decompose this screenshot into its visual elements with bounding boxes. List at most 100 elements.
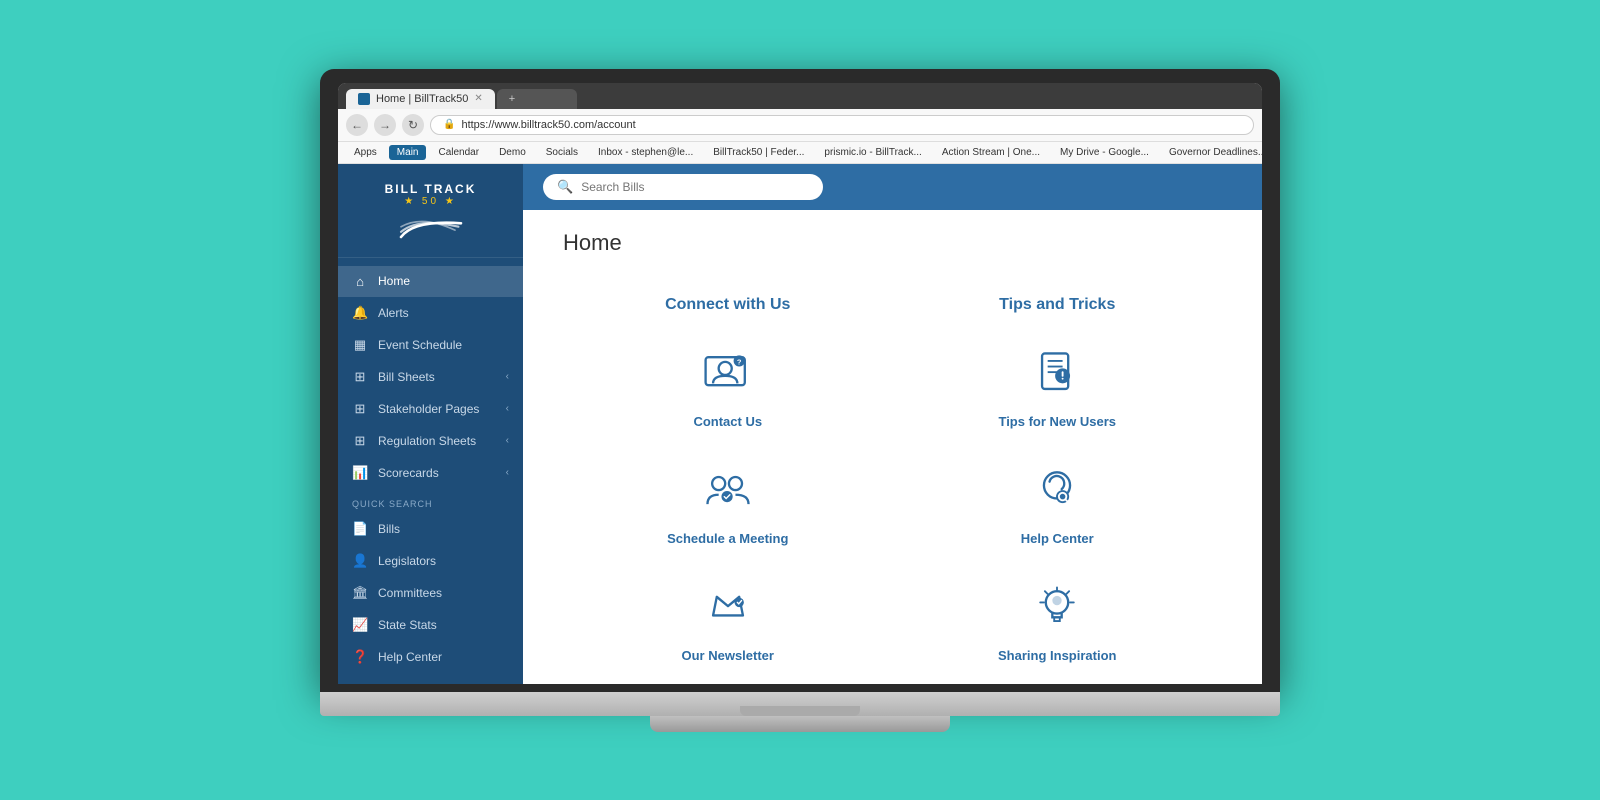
bookmark-demo[interactable]: Demo [491, 145, 534, 160]
url-text: https://www.billtrack50.com/account [461, 119, 635, 131]
sidebar-nav: ⌂ Home 🔔 Alerts ▦ Event Schedule ⊞ [338, 258, 523, 684]
card-schedule-meeting[interactable]: Schedule a Meeting [583, 461, 873, 546]
sidebar-legislators-label: Legislators [378, 554, 436, 568]
bookmark-socials[interactable]: Socials [538, 145, 586, 160]
browser-chrome: Home | BillTrack50 ✕ + [338, 83, 1262, 109]
bookmark-billtrack[interactable]: BillTrack50 | Feder... [705, 145, 812, 160]
sidebar-item-committees[interactable]: 🏛 Committees [338, 577, 523, 609]
alerts-icon: 🔔 [352, 305, 368, 321]
main-content: 🔍 Home Connect with Us [523, 164, 1262, 684]
contact-us-label: Contact Us [693, 414, 762, 429]
sidebar-committees-label: Committees [378, 586, 442, 600]
connect-title: Connect with Us [583, 296, 873, 314]
browser-toolbar: ← → ↻ 🔒 https://www.billtrack50.com/acco… [338, 109, 1262, 142]
newsletter-icon [698, 578, 758, 638]
calendar-icon: ▦ [352, 337, 368, 353]
help-center-icon [1027, 461, 1087, 521]
sidebar-item-home[interactable]: ⌂ Home [338, 266, 523, 297]
scorecards-chevron: ‹ [506, 467, 509, 478]
card-help-center[interactable]: Help Center [913, 461, 1203, 546]
new-tab-plus: + [509, 93, 515, 105]
search-icon: 🔍 [557, 179, 573, 195]
legislators-icon: 👤 [352, 553, 368, 569]
sharing-inspiration-icon [1027, 578, 1087, 638]
contact-us-icon: ? [698, 344, 758, 404]
help-center-label: Help Center [1021, 531, 1094, 546]
card-contact-us[interactable]: ? Contact Us [583, 344, 873, 429]
newsletter-label: Our Newsletter [682, 648, 774, 663]
svg-text:?: ? [737, 357, 742, 366]
bookmark-main[interactable]: Main [389, 145, 427, 160]
stakeholder-chevron: ‹ [506, 403, 509, 414]
card-tips-new-users[interactable]: Tips for New Users [913, 344, 1203, 429]
tab-label: Home | BillTrack50 [376, 93, 468, 105]
sidebar-item-help-center[interactable]: ❓ Help Center [338, 641, 523, 673]
sidebar-item-event-schedule[interactable]: ▦ Event Schedule [338, 329, 523, 361]
bill-sheets-icon: ⊞ [352, 369, 368, 385]
quick-search-label: QUICK SEARCH [338, 489, 523, 513]
tips-column: Tips and Tricks [893, 286, 1223, 684]
bookmark-prismic[interactable]: prismic.io - BillTrack... [816, 145, 929, 160]
logo-stars: ★ 50 ★ [350, 196, 511, 207]
new-tab-button[interactable]: + [497, 89, 577, 109]
bookmark-action[interactable]: Action Stream | One... [934, 145, 1048, 160]
bookmarks-bar: Apps Main Calendar Demo Socials Inbox - … [338, 142, 1262, 164]
sidebar-statestats-label: State Stats [378, 618, 437, 632]
sidebar-alerts-label: Alerts [378, 306, 409, 320]
sidebar-item-legislators[interactable]: 👤 Legislators [338, 545, 523, 577]
laptop-notch [740, 706, 860, 716]
schedule-meeting-icon [698, 461, 758, 521]
active-tab[interactable]: Home | BillTrack50 ✕ [346, 89, 495, 109]
tab-close-button[interactable]: ✕ [474, 93, 482, 104]
laptop-base [320, 692, 1280, 716]
stakeholder-icon: ⊞ [352, 401, 368, 417]
sidebar-item-stakeholder-pages[interactable]: ⊞ Stakeholder Pages ‹ [338, 393, 523, 425]
card-newsletter[interactable]: Our Newsletter [583, 578, 873, 663]
sidebar: BILL TRACK ★ 50 ★ ⌂ [338, 164, 523, 684]
bookmark-apps[interactable]: Apps [346, 145, 385, 160]
sidebar-item-alerts[interactable]: 🔔 Alerts [338, 297, 523, 329]
home-icon: ⌂ [352, 274, 368, 289]
back-button[interactable]: ← [346, 114, 368, 136]
logo-swoosh [396, 213, 466, 243]
sidebar-billsheets-label: Bill Sheets [378, 370, 435, 384]
forward-button[interactable]: → [374, 114, 396, 136]
sidebar-regulation-label: Regulation Sheets [378, 434, 476, 448]
page-content: Home Connect with Us [523, 210, 1262, 684]
sidebar-logo: BILL TRACK ★ 50 ★ [338, 164, 523, 258]
bookmark-governor[interactable]: Governor Deadlines... [1161, 145, 1262, 160]
schedule-meeting-label: Schedule a Meeting [667, 531, 788, 546]
browser-tabs: Home | BillTrack50 ✕ + [346, 89, 1254, 109]
laptop-wrapper: Home | BillTrack50 ✕ + ← → ↻ 🔒 https://w… [320, 69, 1280, 732]
committees-icon: 🏛 [352, 585, 368, 601]
refresh-button[interactable]: ↻ [402, 114, 424, 136]
sidebar-home-label: Home [378, 274, 410, 288]
sidebar-scorecards-label: Scorecards [378, 466, 439, 480]
sidebar-item-regulation-sheets[interactable]: ⊞ Regulation Sheets ‹ [338, 425, 523, 457]
connect-column: Connect with Us ? [563, 286, 893, 684]
tips-title: Tips and Tricks [913, 296, 1203, 314]
search-input[interactable] [581, 180, 809, 194]
browser-window: Home | BillTrack50 ✕ + ← → ↻ 🔒 https://w… [338, 83, 1262, 684]
page-title: Home [563, 230, 1222, 256]
tips-new-users-icon [1027, 344, 1087, 404]
tips-new-users-label: Tips for New Users [998, 414, 1116, 429]
help-icon: ❓ [352, 649, 368, 665]
laptop-bezel: Home | BillTrack50 ✕ + ← → ↻ 🔒 https://w… [320, 69, 1280, 692]
sidebar-item-scorecards[interactable]: 📊 Scorecards ‹ [338, 457, 523, 489]
url-bar[interactable]: 🔒 https://www.billtrack50.com/account [430, 115, 1254, 135]
bookmark-calendar[interactable]: Calendar [430, 145, 487, 160]
sidebar-item-bill-sheets[interactable]: ⊞ Bill Sheets ‹ [338, 361, 523, 393]
sidebar-bills-label: Bills [378, 522, 400, 536]
sharing-inspiration-label: Sharing Inspiration [998, 648, 1116, 663]
laptop-stand [650, 716, 950, 732]
sidebar-item-state-stats[interactable]: 📈 State Stats [338, 609, 523, 641]
sidebar-help-label: Help Center [378, 650, 442, 664]
bookmark-drive[interactable]: My Drive - Google... [1052, 145, 1157, 160]
sidebar-item-bills[interactable]: 📄 Bills [338, 513, 523, 545]
bookmark-inbox[interactable]: Inbox - stephen@le... [590, 145, 701, 160]
scorecards-icon: 📊 [352, 465, 368, 481]
logo-line1: BILL TRACK [350, 182, 511, 196]
tab-favicon [358, 93, 370, 105]
card-sharing-inspiration[interactable]: Sharing Inspiration [913, 578, 1203, 663]
